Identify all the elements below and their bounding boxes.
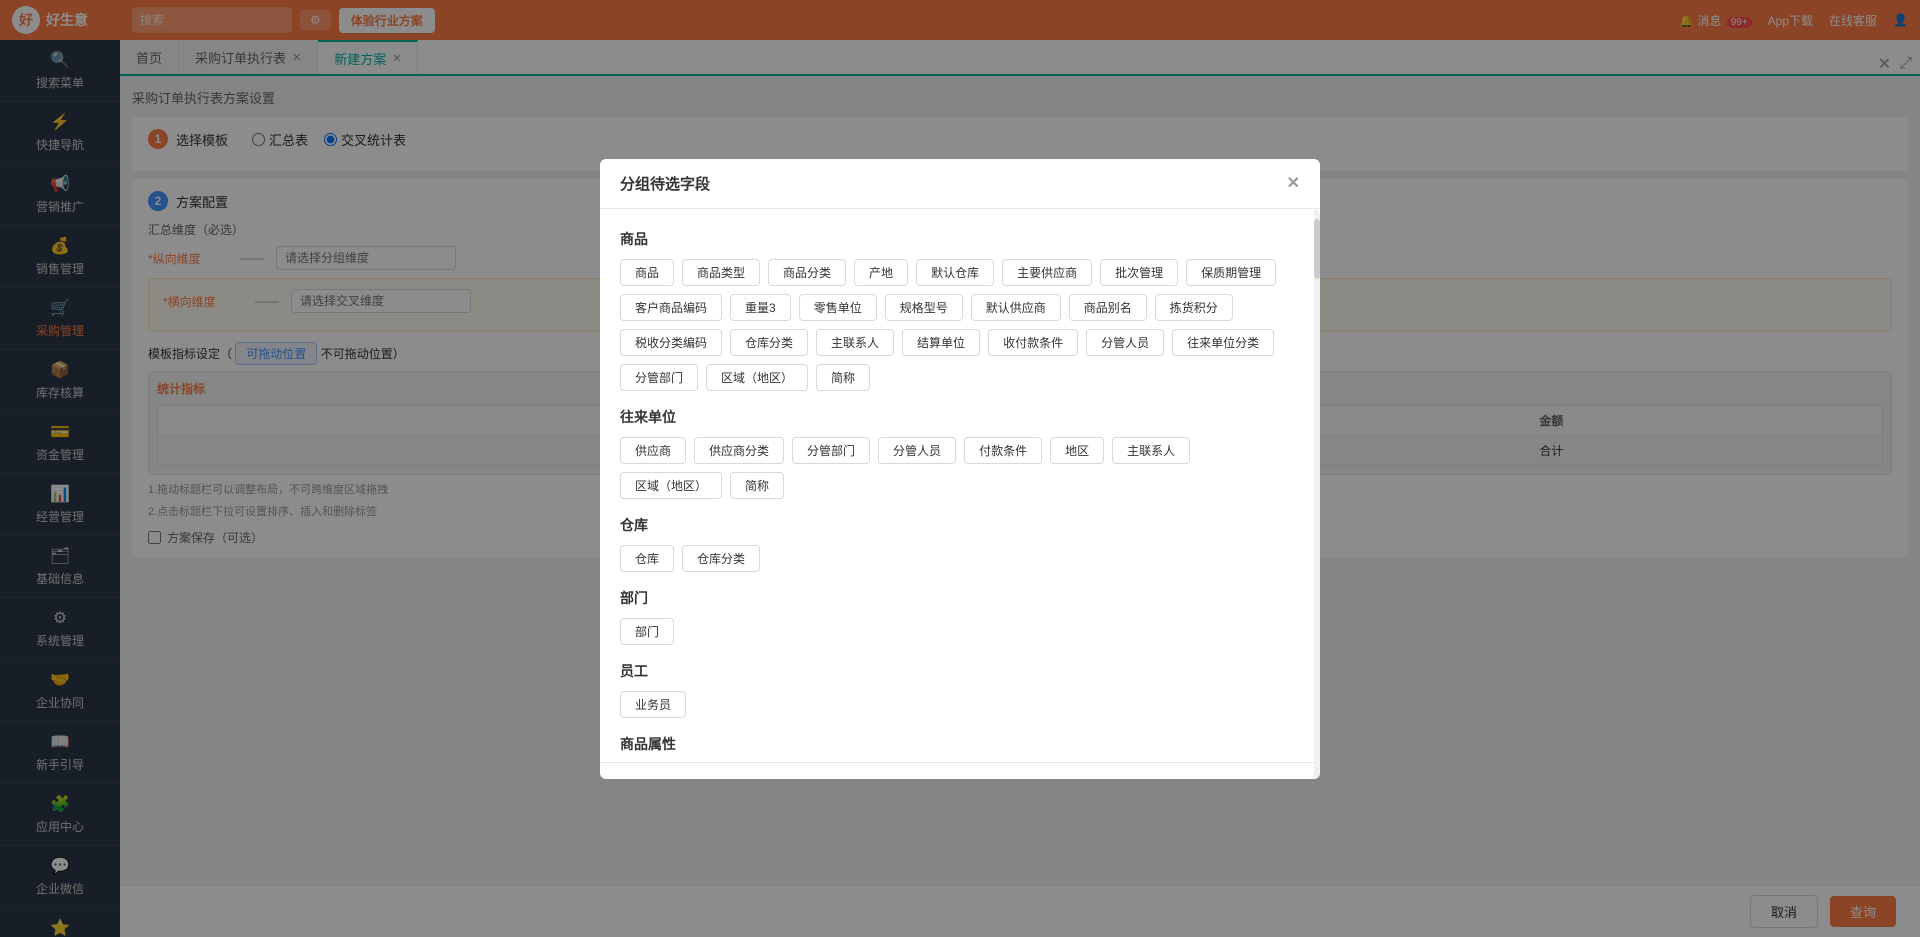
field-tags-warehouse: 仓库仓库分类 — [620, 545, 1300, 572]
field-tag[interactable]: 往来单位分类 — [1172, 329, 1274, 356]
field-tag[interactable]: 分管人员 — [878, 437, 956, 464]
field-tag[interactable]: 简称 — [816, 364, 870, 391]
field-tag[interactable]: 仓库分类 — [682, 545, 760, 572]
field-tag[interactable]: 部门 — [620, 618, 674, 645]
field-tag[interactable]: 商品别名 — [1069, 294, 1147, 321]
field-tag[interactable]: 区域（地区） — [706, 364, 808, 391]
field-tag[interactable]: 批次管理 — [1100, 259, 1178, 286]
field-tag[interactable]: 分管人员 — [1086, 329, 1164, 356]
modal: 分组待选字段 ✕ 商品 商品商品类型商品分类产地默认仓库主要供应商批次管理保质期… — [600, 159, 1320, 779]
field-tag[interactable]: 地区 — [1050, 437, 1104, 464]
field-tag[interactable]: 结算单位 — [902, 329, 980, 356]
field-tag[interactable]: 分管部门 — [620, 364, 698, 391]
field-tag[interactable]: 收付款条件 — [988, 329, 1078, 356]
section-title-warehouse: 仓库 — [620, 515, 1300, 535]
section-title-dept: 部门 — [620, 588, 1300, 608]
field-tag[interactable]: 主要供应商 — [1002, 259, 1092, 286]
field-tag[interactable]: 供应商分类 — [694, 437, 784, 464]
field-tag[interactable]: 规格型号 — [885, 294, 963, 321]
modal-header: 分组待选字段 ✕ — [600, 159, 1320, 209]
modal-scrollbar-h[interactable] — [600, 762, 1320, 779]
field-tag[interactable]: 主联系人 — [816, 329, 894, 356]
field-tag[interactable]: 区域（地区） — [620, 472, 722, 499]
field-tag[interactable]: 供应商 — [620, 437, 686, 464]
field-tag[interactable]: 默认供应商 — [971, 294, 1061, 321]
field-tag[interactable]: 仓库分类 — [730, 329, 808, 356]
modal-title: 分组待选字段 — [620, 173, 710, 194]
field-tag[interactable]: 产地 — [854, 259, 908, 286]
field-tag[interactable]: 保质期管理 — [1186, 259, 1276, 286]
field-tag[interactable]: 税收分类编码 — [620, 329, 722, 356]
field-tag[interactable]: 主联系人 — [1112, 437, 1190, 464]
field-tag[interactable]: 客户商品编码 — [620, 294, 722, 321]
field-tag[interactable]: 仓库 — [620, 545, 674, 572]
field-tag[interactable]: 付款条件 — [964, 437, 1042, 464]
field-tag[interactable]: 零售单位 — [799, 294, 877, 321]
modal-close-button[interactable]: ✕ — [1287, 173, 1300, 193]
field-tag[interactable]: 重量3 — [730, 294, 791, 321]
field-tag[interactable]: 分管部门 — [792, 437, 870, 464]
section-title-goods: 商品 — [620, 229, 1300, 249]
section-title-attr: 商品属性 — [620, 734, 1300, 754]
modal-scrollbar-thumb[interactable] — [1314, 219, 1320, 279]
field-tag[interactable]: 拣货积分 — [1155, 294, 1233, 321]
section-title-partner: 往来单位 — [620, 407, 1300, 427]
field-tag[interactable]: 商品类型 — [682, 259, 760, 286]
modal-scrollbar-v — [1314, 209, 1320, 779]
modal-body: 商品 商品商品类型商品分类产地默认仓库主要供应商批次管理保质期管理客户商品编码重… — [600, 209, 1320, 762]
modal-overlay[interactable]: 分组待选字段 ✕ 商品 商品商品类型商品分类产地默认仓库主要供应商批次管理保质期… — [0, 0, 1920, 937]
field-tag[interactable]: 商品 — [620, 259, 674, 286]
field-tag[interactable]: 业务员 — [620, 691, 686, 718]
field-tag[interactable]: 默认仓库 — [916, 259, 994, 286]
field-tag[interactable]: 商品分类 — [768, 259, 846, 286]
field-tags-staff: 业务员 — [620, 691, 1300, 718]
field-tags-goods: 商品商品类型商品分类产地默认仓库主要供应商批次管理保质期管理客户商品编码重量3 零… — [620, 259, 1300, 391]
section-title-staff: 员工 — [620, 661, 1300, 681]
field-tag[interactable]: 简称 — [730, 472, 784, 499]
field-tags-partner: 供应商供应商分类分管部门分管人员付款条件地区主联系人区域（地区） 简称 — [620, 437, 1300, 499]
field-tags-dept: 部门 — [620, 618, 1300, 645]
